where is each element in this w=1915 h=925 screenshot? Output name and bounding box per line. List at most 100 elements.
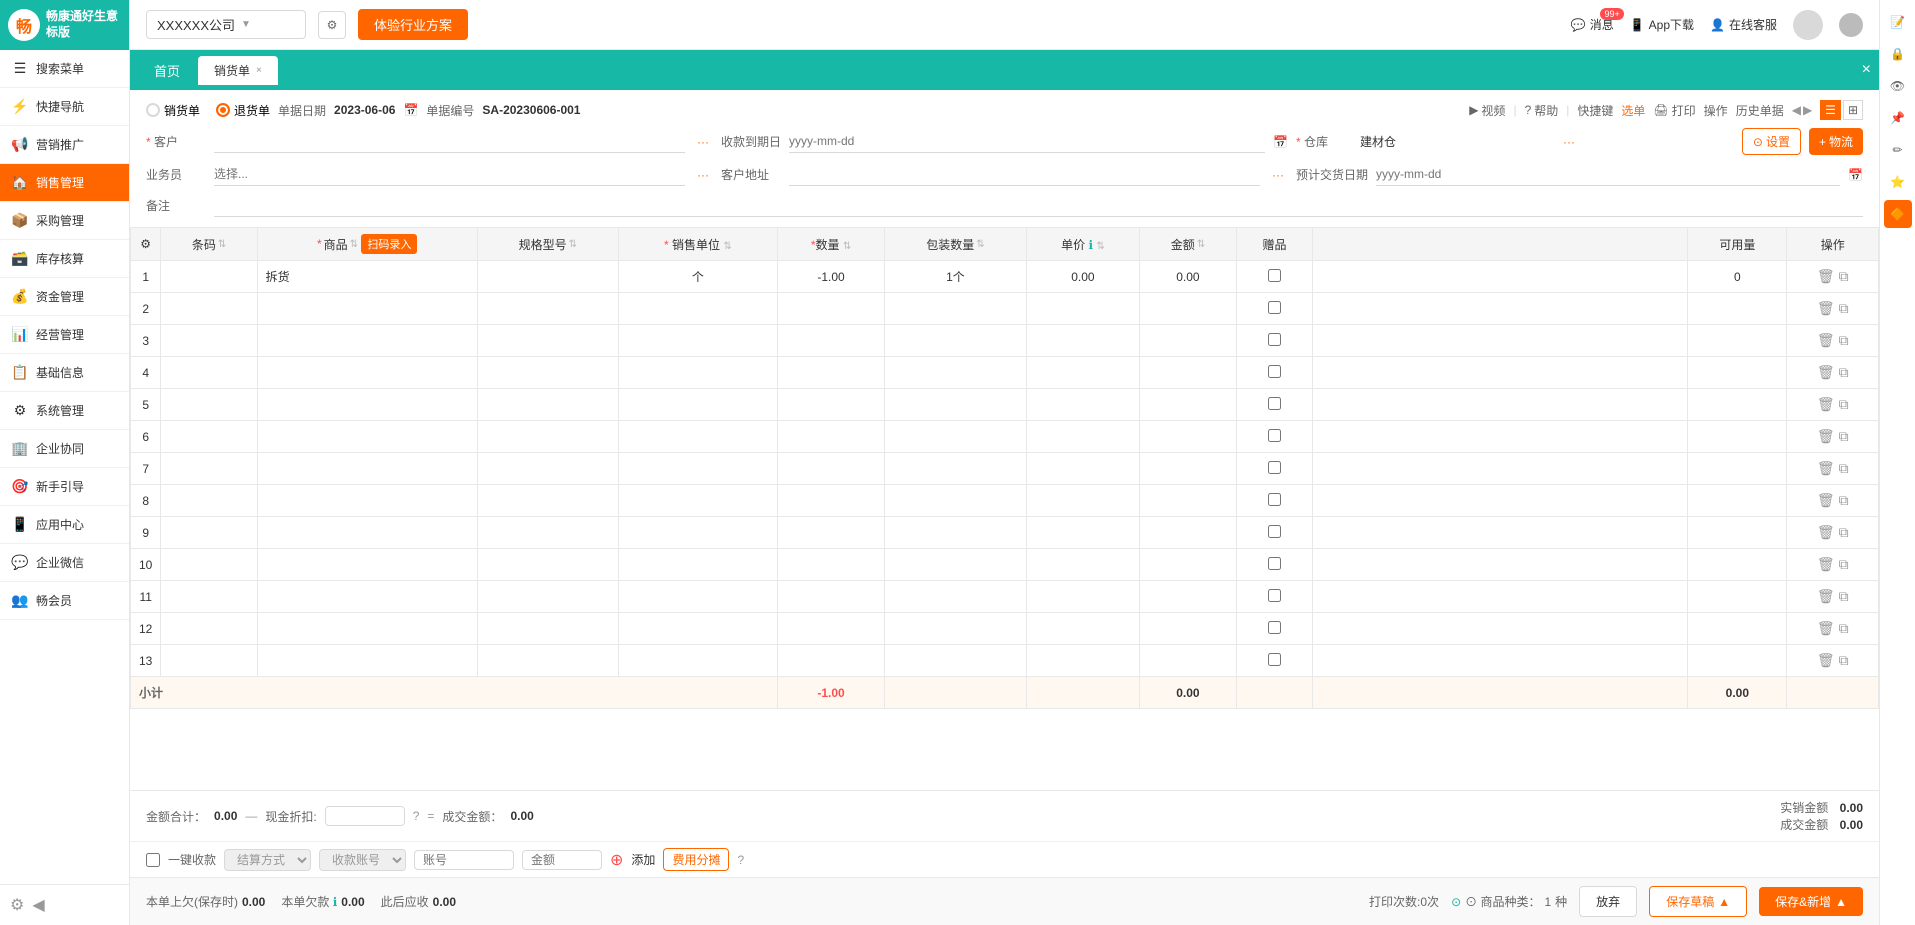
shortcut-btn[interactable]: 快捷键 (1577, 102, 1613, 119)
row-1-product[interactable]: 拆货 (257, 261, 477, 293)
row-11-product[interactable] (257, 581, 477, 613)
row-8-copy-icon[interactable]: ⧉ (1839, 492, 1849, 509)
row-11-qty[interactable] (777, 581, 885, 613)
right-panel-eye-btn[interactable]: 👁 (1884, 72, 1912, 100)
date-value[interactable]: 2023-06-06 (334, 103, 395, 117)
avatar[interactable] (1793, 10, 1823, 40)
sidebar-item-finance[interactable]: 💰 资金管理 (0, 278, 129, 316)
row-13-copy-icon[interactable]: ⧉ (1839, 652, 1849, 669)
row-4-delete-icon[interactable]: 🗑 (1817, 364, 1835, 381)
row-13-gift[interactable] (1236, 645, 1313, 677)
row-12-gift[interactable] (1236, 613, 1313, 645)
sidebar-item-operations[interactable]: 📊 经营管理 (0, 316, 129, 354)
customer-dots[interactable]: ··· (693, 135, 713, 149)
sidebar-item-basic-info[interactable]: 📋 基础信息 (0, 354, 129, 392)
row-10-copy-icon[interactable]: ⧉ (1839, 556, 1849, 573)
app-download-button[interactable]: 📱 App下载 (1630, 16, 1694, 33)
row-8-delete-icon[interactable]: 🗑 (1817, 492, 1835, 509)
price-info-icon[interactable]: ℹ (1088, 238, 1093, 252)
right-panel-orange-btn[interactable]: 🔶 (1884, 200, 1912, 228)
sidebar-item-marketing[interactable]: 📢 营销推广 (0, 126, 129, 164)
row-4-price[interactable] (1026, 357, 1140, 389)
row-10-delete-icon[interactable]: 🗑 (1817, 556, 1835, 573)
product-count-icon[interactable]: ⊙ (1451, 895, 1461, 909)
discount-help-icon[interactable]: ? (413, 809, 420, 823)
due-date-calendar[interactable]: 📅 (1273, 135, 1288, 149)
discount-input[interactable] (325, 806, 405, 826)
one-click-checkbox[interactable] (146, 853, 160, 867)
row-2-product[interactable] (257, 293, 477, 325)
help-btn[interactable]: ? 帮助 (1525, 102, 1559, 119)
company-select[interactable]: XXXXXX公司 ▼ (146, 10, 306, 39)
select-btn[interactable]: 选单 (1621, 102, 1645, 119)
video-btn[interactable]: ▶ 视频 (1469, 102, 1505, 119)
right-panel-lock-btn[interactable]: 🔒 (1884, 40, 1912, 68)
sidebar-settings-icon[interactable]: ⚙ (10, 895, 24, 915)
row-6-price[interactable] (1026, 421, 1140, 453)
print-btn[interactable]: 🖨 打印 (1653, 102, 1695, 119)
row-9-gift[interactable] (1236, 517, 1313, 549)
setting-button[interactable]: ⊙ 设置 (1742, 128, 1801, 155)
save-draft-button[interactable]: 保存草稿 ▲ (1649, 886, 1747, 917)
remark-input[interactable] (214, 194, 1863, 217)
row-9-delete-icon[interactable]: 🗑 (1817, 524, 1835, 541)
row-3-qty[interactable] (777, 325, 885, 357)
row-12-qty[interactable] (777, 613, 885, 645)
next-icon[interactable]: ▶ (1803, 103, 1812, 117)
row-5-copy-icon[interactable]: ⧉ (1839, 396, 1849, 413)
sidebar-item-inventory[interactable]: 🗃️ 库存核算 (0, 240, 129, 278)
row-1-copy-icon[interactable]: ⧉ (1839, 268, 1849, 285)
sidebar-collapse-icon[interactable]: ◀ (32, 895, 44, 915)
salesman-input[interactable] (214, 163, 685, 186)
row-4-product[interactable] (257, 357, 477, 389)
row-9-copy-icon[interactable]: ⧉ (1839, 524, 1849, 541)
list-view-btn[interactable]: ☰ (1820, 100, 1841, 120)
row-2-delete-icon[interactable]: 🗑 (1817, 300, 1835, 317)
row-7-product[interactable] (257, 453, 477, 485)
row-1-delete-icon[interactable]: 🗑 (1817, 268, 1835, 285)
row-13-delete-icon[interactable]: 🗑 (1817, 652, 1835, 669)
operate-btn[interactable]: 操作 (1704, 102, 1728, 119)
sales-order-radio[interactable]: 销货单 (146, 102, 200, 119)
add-circle-icon[interactable]: ⊕ (610, 850, 623, 870)
sidebar-item-purchase-mgmt[interactable]: 📦 采购管理 (0, 202, 129, 240)
row-13-product[interactable] (257, 645, 477, 677)
owe-info-icon[interactable]: ℹ (333, 895, 338, 909)
row-9-price[interactable] (1026, 517, 1140, 549)
sidebar-item-beginner[interactable]: 🎯 新手引导 (0, 468, 129, 506)
sidebar-item-enterprise[interactable]: 🏢 企业协同 (0, 430, 129, 468)
row-1-gift[interactable] (1236, 261, 1313, 293)
right-panel-note-btn[interactable]: 📝 (1884, 8, 1912, 36)
row-2-price[interactable] (1026, 293, 1140, 325)
row-6-product[interactable] (257, 421, 477, 453)
row-5-product[interactable] (257, 389, 477, 421)
row-5-qty[interactable] (777, 389, 885, 421)
row-10-qty[interactable] (777, 549, 885, 581)
customer-input[interactable] (214, 130, 685, 153)
customer-addr-input[interactable] (789, 163, 1260, 186)
row-12-product[interactable] (257, 613, 477, 645)
row-8-qty[interactable] (777, 485, 885, 517)
row-11-copy-icon[interactable]: ⧉ (1839, 588, 1849, 605)
row-9-product[interactable] (257, 517, 477, 549)
row-9-qty[interactable] (777, 517, 885, 549)
row-11-price[interactable] (1026, 581, 1140, 613)
fee-help-icon[interactable]: ? (737, 853, 744, 867)
row-7-delete-icon[interactable]: 🗑 (1817, 460, 1835, 477)
prev-icon[interactable]: ◀ (1792, 103, 1801, 117)
row-10-product[interactable] (257, 549, 477, 581)
settings-icon[interactable]: ⚙ (318, 11, 346, 39)
logistics-button[interactable]: + 物流 (1809, 128, 1863, 155)
expected-date-calendar[interactable]: 📅 (1848, 168, 1863, 182)
row-10-gift[interactable] (1236, 549, 1313, 581)
row-3-price[interactable] (1026, 325, 1140, 357)
row-1-qty[interactable]: -1.00 (777, 261, 885, 293)
sidebar-item-wechat[interactable]: 💬 企业微信 (0, 544, 129, 582)
return-order-radio[interactable]: 退货单 (216, 102, 270, 119)
fee-split-button[interactable]: 费用分摊 (663, 848, 729, 871)
row-4-gift[interactable] (1236, 357, 1313, 389)
row-8-gift[interactable] (1236, 485, 1313, 517)
row-2-copy-icon[interactable]: ⧉ (1839, 300, 1849, 317)
grid-view-btn[interactable]: ⊞ (1843, 100, 1863, 120)
sidebar-item-quick-nav[interactable]: ⚡ 快捷导航 (0, 88, 129, 126)
